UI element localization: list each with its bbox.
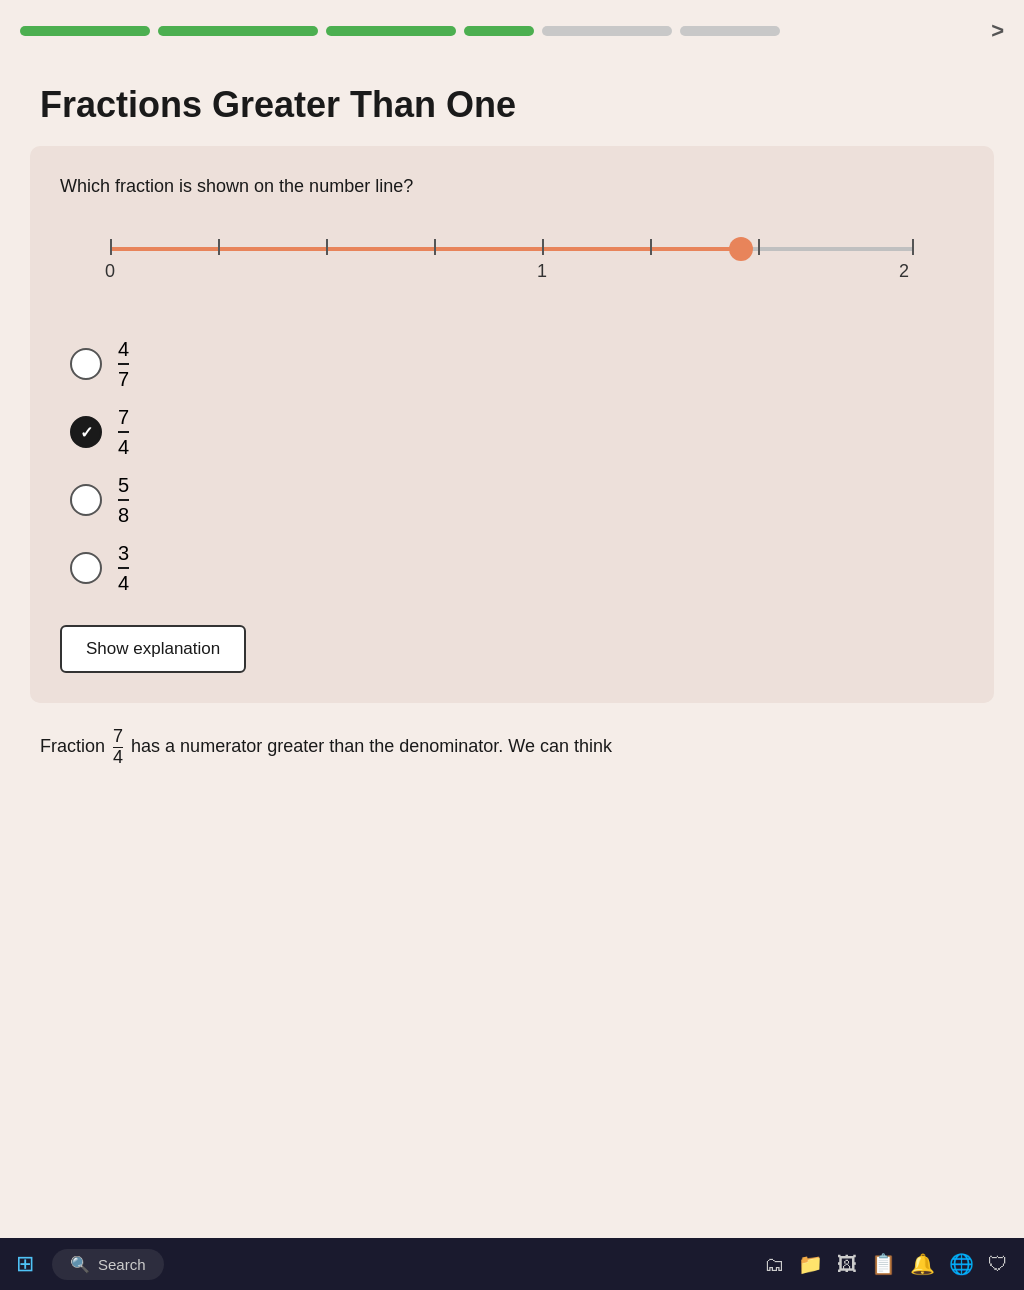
explanation-area: Fraction 7 4 has a numerator greater tha… [0,703,1024,778]
label-0: 0 [105,261,115,282]
fraction-4-denominator: 4 [118,571,129,595]
label-1: 1 [537,261,547,282]
next-chevron-icon[interactable]: > [991,18,1004,44]
choice-4[interactable]: 3 4 [70,541,964,595]
choice-3[interactable]: 5 8 [70,473,964,527]
radio-3[interactable] [70,484,102,516]
explanation-fraction-denominator: 4 [113,748,123,768]
label-2: 2 [899,261,909,282]
progress-seg-2 [158,26,318,36]
fraction-2-numerator: 7 [118,405,129,429]
show-explanation-button[interactable]: Show explanation [60,625,246,673]
tick-5 [650,239,652,255]
progress-seg-4 [464,26,534,36]
choice-2[interactable]: 7 4 [70,405,964,459]
fraction-1-denominator: 7 [118,367,129,391]
search-label: Search [98,1256,146,1273]
fraction-1-numerator: 4 [118,337,129,361]
progress-seg-1 [20,26,150,36]
taskbar-icon-5[interactable]: 🔔 [910,1252,935,1276]
taskbar-icon-6[interactable]: 🌐 [949,1252,974,1276]
windows-icon[interactable]: ⊞ [16,1251,34,1277]
choice-1[interactable]: 4 7 [70,337,964,391]
tick-mid [542,239,544,255]
taskbar: ⊞ 🔍 Search 🗂 📁 🖼 📋 🔔 🌐 🛡 [0,1238,1024,1290]
fraction-2-bar [118,431,129,433]
tick-6 [758,239,760,255]
progress-seg-6 [680,26,780,36]
fraction-4: 3 4 [118,541,129,595]
taskbar-icon-2[interactable]: 📁 [798,1252,823,1276]
explanation-text-after: has a numerator greater than the denomin… [131,736,612,756]
fraction-1-bar [118,363,129,365]
taskbar-icon-3[interactable]: 🖼 [837,1253,857,1276]
fraction-3-bar [118,499,129,501]
taskbar-icon-1[interactable]: 🗂 [764,1253,784,1276]
tick-end [912,239,914,255]
explanation-text-before: Fraction [40,736,105,756]
progress-seg-5 [542,26,672,36]
page-title: Fractions Greater Than One [0,54,1024,146]
fraction-2-denominator: 4 [118,435,129,459]
tick-0 [110,239,112,255]
fraction-3-denominator: 8 [118,503,129,527]
fraction-4-bar [118,567,129,569]
answer-choices: 4 7 7 4 5 8 3 [70,337,964,595]
search-icon: 🔍 [70,1255,90,1274]
tick-2 [326,239,328,255]
fraction-4-numerator: 3 [118,541,129,565]
explanation-fraction-numerator: 7 [113,727,123,747]
progress-bar-area: > [0,0,1024,54]
number-line: 0 1 2 [80,227,944,297]
progress-seg-3 [326,26,456,36]
number-line-filled [110,247,741,251]
tick-1 [218,239,220,255]
fraction-1: 4 7 [118,337,129,391]
fraction-2: 7 4 [118,405,129,459]
radio-1[interactable] [70,348,102,380]
taskbar-icon-4[interactable]: 📋 [871,1252,896,1276]
tick-3 [434,239,436,255]
radio-4[interactable] [70,552,102,584]
taskbar-icons: 🗂 📁 🖼 📋 🔔 🌐 🛡 [764,1252,1008,1276]
radio-2[interactable] [70,416,102,448]
taskbar-search[interactable]: 🔍 Search [52,1249,164,1280]
taskbar-icon-7[interactable]: 🛡 [988,1253,1008,1276]
fraction-3-numerator: 5 [118,473,129,497]
explanation-fraction: 7 4 [113,727,123,768]
number-line-dot [729,237,753,261]
question-card: Which fraction is shown on the number li… [30,146,994,703]
question-text: Which fraction is shown on the number li… [60,176,964,197]
fraction-3: 5 8 [118,473,129,527]
